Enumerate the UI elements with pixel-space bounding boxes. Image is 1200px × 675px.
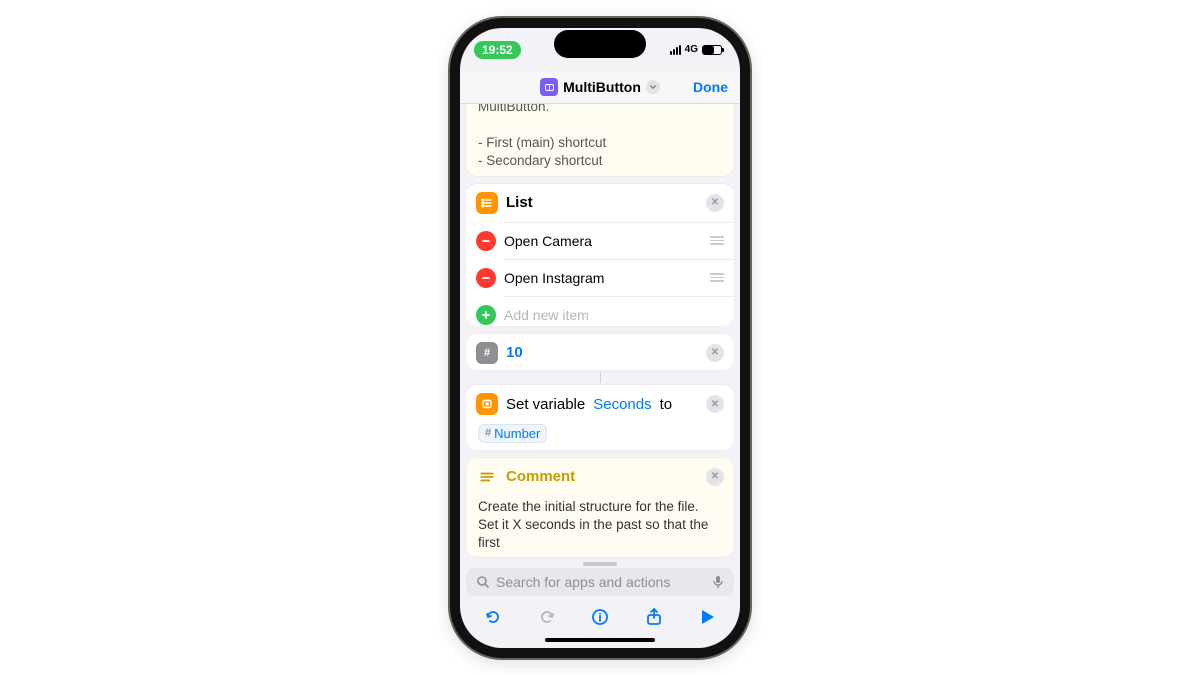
remove-item-button[interactable] (476, 268, 496, 288)
add-item-button[interactable] (476, 305, 496, 325)
search-icon (476, 575, 490, 589)
remove-item-button[interactable] (476, 231, 496, 251)
flow-connector (466, 372, 734, 383)
comment-body[interactable]: Create the initial structure for the fil… (466, 496, 734, 558)
action-set-variable[interactable]: Set variable Seconds to ✕ #Number (466, 385, 734, 449)
add-item-row[interactable]: Add new item (466, 297, 734, 326)
nav-bar: MultiButton Done (460, 72, 740, 104)
actions-scroll[interactable]: shortcuts you want to run with MultiButt… (460, 104, 740, 558)
status-network: 4G (685, 44, 698, 55)
delete-action-button[interactable]: ✕ (706, 344, 724, 362)
home-indicator[interactable] (545, 638, 655, 642)
list-item-label[interactable]: Open Camera (504, 233, 592, 249)
run-button[interactable] (696, 606, 718, 628)
status-right: 4G (670, 44, 722, 55)
action-comment-intro[interactable]: shortcuts you want to run with MultiButt… (466, 104, 734, 176)
dynamic-island (554, 30, 646, 58)
action-list[interactable]: List ✕ Open Camera Open Instagram (466, 184, 734, 326)
action-number[interactable]: # 10 ✕ (466, 334, 734, 370)
chevron-down-icon (646, 80, 660, 94)
phone-frame: 19:52 4G MultiButton Done short (450, 18, 750, 658)
intro-tail-line: shortcuts you want to run with MultiButt… (478, 104, 657, 114)
comment-icon (476, 466, 498, 488)
search-input[interactable] (496, 574, 706, 590)
variable-name-token[interactable]: Seconds (593, 396, 651, 413)
delete-action-button[interactable]: ✕ (706, 395, 724, 413)
shortcut-title-button[interactable]: MultiButton (540, 78, 660, 96)
list-title: List (506, 194, 533, 211)
reorder-handle-icon[interactable] (710, 236, 724, 245)
info-button[interactable] (589, 606, 611, 628)
shortcut-title: MultiButton (563, 79, 641, 95)
cellular-signal-icon (670, 45, 681, 55)
reorder-handle-icon[interactable] (710, 273, 724, 282)
drag-handle-icon[interactable] (583, 562, 617, 566)
status-time-pill[interactable]: 19:52 (474, 41, 521, 59)
search-panel (460, 558, 740, 596)
dictation-icon[interactable] (712, 575, 724, 589)
list-icon (476, 192, 498, 214)
list-item-row[interactable]: Open Camera (466, 223, 734, 259)
shortcut-app-icon (540, 78, 558, 96)
number-icon: # (476, 342, 498, 364)
intro-bullet-1: - First (main) shortcut (478, 135, 606, 150)
delete-action-button[interactable]: ✕ (706, 194, 724, 212)
delete-action-button[interactable]: ✕ (706, 468, 724, 486)
set-variable-mid: to (660, 396, 673, 413)
share-button[interactable] (643, 606, 665, 628)
screen: 19:52 4G MultiButton Done short (460, 28, 740, 648)
search-field[interactable] (466, 568, 734, 596)
number-value[interactable]: 10 (506, 344, 523, 361)
list-item-label[interactable]: Open Instagram (504, 270, 604, 286)
variable-icon (476, 393, 498, 415)
hash-icon: # (485, 427, 491, 439)
set-variable-prefix: Set variable (506, 396, 585, 413)
bottom-toolbar (460, 596, 740, 634)
intro-bullet-2: - Secondary shortcut (478, 153, 603, 168)
add-item-label: Add new item (504, 307, 589, 323)
battery-icon (702, 45, 722, 55)
comment-title: Comment (506, 468, 575, 485)
undo-button[interactable] (482, 606, 504, 628)
action-comment[interactable]: Comment ✕ Create the initial structure f… (466, 458, 734, 558)
redo-button[interactable] (536, 606, 558, 628)
list-item-row[interactable]: Open Instagram (466, 260, 734, 296)
done-button[interactable]: Done (693, 79, 728, 95)
variable-value-pill[interactable]: #Number (478, 424, 547, 443)
